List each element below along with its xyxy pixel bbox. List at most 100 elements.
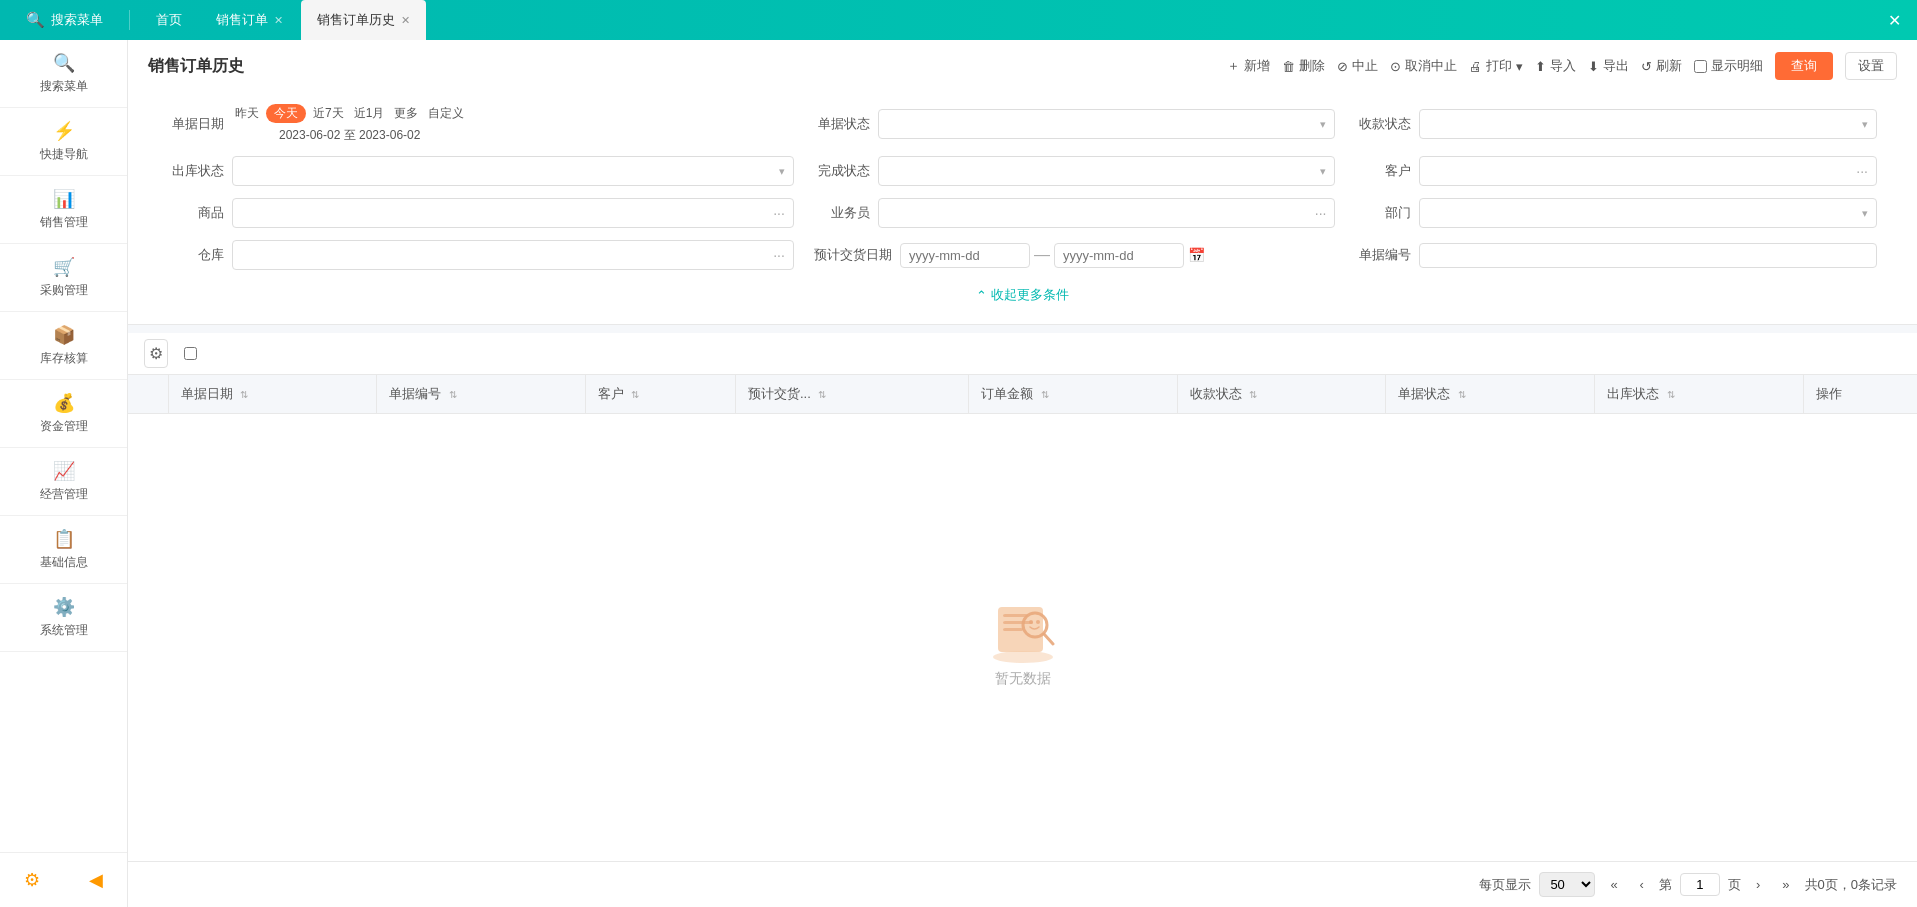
- tab-sales-order-history-close[interactable]: ✕: [401, 14, 410, 27]
- prev-page-btn[interactable]: ‹: [1633, 874, 1651, 895]
- export-button[interactable]: ⬇ 导出: [1588, 57, 1629, 75]
- settings-button[interactable]: 设置: [1845, 52, 1897, 80]
- tab-sales-order-history[interactable]: 销售订单历史 ✕: [301, 0, 426, 40]
- product-select[interactable]: ···: [232, 198, 794, 228]
- new-button[interactable]: ＋ 新增: [1227, 57, 1270, 75]
- date-tab-yesterday[interactable]: 昨天: [232, 104, 262, 123]
- sidebar-item-purchase-mgmt[interactable]: 🛒 采购管理: [0, 244, 127, 312]
- sidebar-item-operations-label: 经营管理: [40, 486, 88, 503]
- page-input[interactable]: [1680, 873, 1720, 896]
- table-area: ⚙ 单据日期 ⇅ 单据编号 ⇅: [128, 333, 1917, 861]
- date-tab-1month[interactable]: 近1月: [351, 104, 388, 123]
- sidebar-item-finance[interactable]: 💰 资金管理: [0, 380, 127, 448]
- per-page-select[interactable]: 50 10 20 100: [1539, 872, 1595, 897]
- delivery-status-control[interactable]: ▾: [232, 156, 794, 186]
- payment-status-control[interactable]: ▾: [1419, 109, 1877, 139]
- salesperson-label: 业务员: [814, 204, 870, 222]
- sidebar-item-basic-info[interactable]: 📋 基础信息: [0, 516, 127, 584]
- svg-point-7: [1029, 620, 1033, 624]
- sidebar-item-quick-nav[interactable]: ⚡ 快捷导航: [0, 108, 127, 176]
- th-expected-date[interactable]: 预计交货... ⇅: [735, 375, 968, 414]
- svg-point-8: [1036, 620, 1040, 624]
- operations-icon: 📈: [53, 460, 75, 482]
- complete-status-arrow: ▾: [1320, 165, 1326, 178]
- expected-date-from[interactable]: [900, 243, 1030, 268]
- complete-status-control[interactable]: ▾: [878, 156, 1336, 186]
- tab-home[interactable]: 首页: [140, 0, 198, 40]
- date-tab-today[interactable]: 今天: [266, 104, 306, 123]
- cancel-stop-button[interactable]: ⊙ 取消中止: [1390, 57, 1457, 75]
- delivery-status-field: 出库状态 ▾: [168, 156, 794, 186]
- delete-button[interactable]: 🗑 删除: [1282, 57, 1325, 75]
- date-tab-more[interactable]: 更多: [391, 104, 421, 123]
- bill-no-control[interactable]: [1419, 243, 1877, 268]
- customer-control[interactable]: ···: [1419, 156, 1877, 186]
- sidebar-item-search-menu[interactable]: 🔍 搜索菜单: [0, 40, 127, 108]
- first-page-btn[interactable]: «: [1603, 874, 1624, 895]
- expected-date-to[interactable]: [1054, 243, 1184, 268]
- sidebar-item-inventory[interactable]: 📦 库存核算: [0, 312, 127, 380]
- th-customer[interactable]: 客户 ⇅: [585, 375, 735, 414]
- customer-dots[interactable]: ···: [1856, 163, 1868, 179]
- search-menu-icon: 🔍: [26, 11, 45, 29]
- display-cols-label: 显示明细: [1711, 57, 1763, 75]
- date-label: 单据日期: [168, 115, 224, 133]
- search-menu-area[interactable]: 🔍 搜索菜单: [10, 11, 119, 29]
- bill-no-input[interactable]: [1419, 243, 1877, 268]
- select-all-checkbox[interactable]: [184, 347, 197, 360]
- calendar-icon-right[interactable]: 📅: [1188, 247, 1205, 263]
- bill-status-select[interactable]: ▾: [878, 109, 1336, 139]
- th-number[interactable]: 单据编号 ⇅: [377, 375, 586, 414]
- payment-status-label: 收款状态: [1355, 115, 1411, 133]
- date-tab-7days[interactable]: 近7天: [310, 104, 347, 123]
- th-bill-status[interactable]: 单据状态 ⇅: [1386, 375, 1595, 414]
- sidebar-item-sales-mgmt[interactable]: 📊 销售管理: [0, 176, 127, 244]
- th-delivery-status[interactable]: 出库状态 ⇅: [1595, 375, 1804, 414]
- warehouse-select[interactable]: ···: [232, 240, 794, 270]
- table-settings-icon[interactable]: ⚙: [144, 339, 168, 368]
- settings-bottom-icon[interactable]: ⚙: [18, 863, 46, 897]
- print-button[interactable]: 🖨 打印 ▾: [1469, 57, 1523, 75]
- system-icon: ⚙️: [53, 596, 75, 618]
- department-control[interactable]: ▾: [1419, 198, 1877, 228]
- bill-status-control[interactable]: ▾: [878, 109, 1336, 139]
- th-amount[interactable]: 订单金额 ⇅: [969, 375, 1178, 414]
- salesperson-select[interactable]: ···: [878, 198, 1336, 228]
- th-payment-status[interactable]: 收款状态 ⇅: [1177, 375, 1386, 414]
- warehouse-control[interactable]: ···: [232, 240, 794, 270]
- date-tab-custom[interactable]: 自定义: [425, 104, 467, 123]
- product-dots[interactable]: ···: [773, 205, 785, 221]
- th-date[interactable]: 单据日期 ⇅: [168, 375, 377, 414]
- sidebar-item-system[interactable]: ⚙️ 系统管理: [0, 584, 127, 652]
- import-button[interactable]: ⬆ 导入: [1535, 57, 1576, 75]
- department-select[interactable]: ▾: [1419, 198, 1877, 228]
- purchase-mgmt-icon: 🛒: [53, 256, 75, 278]
- next-page-btn[interactable]: ›: [1749, 874, 1767, 895]
- sidebar-item-operations[interactable]: 📈 经营管理: [0, 448, 127, 516]
- empty-text: 暂无数据: [995, 670, 1051, 688]
- delivery-status-select[interactable]: ▾: [232, 156, 794, 186]
- collapse-more[interactable]: ⌃ 收起更多条件: [168, 282, 1877, 312]
- product-control[interactable]: ···: [232, 198, 794, 228]
- collapse-sidebar-icon[interactable]: ◀: [83, 863, 109, 897]
- tab-sales-order[interactable]: 销售订单 ✕: [200, 0, 299, 40]
- warehouse-dots[interactable]: ···: [773, 247, 785, 263]
- salesperson-control[interactable]: ···: [878, 198, 1336, 228]
- date-tabs: 昨天 今天 近7天 近1月 更多 自定义: [232, 104, 467, 123]
- customer-select[interactable]: ···: [1419, 156, 1877, 186]
- payment-status-select[interactable]: ▾: [1419, 109, 1877, 139]
- sort-number-icon: ⇅: [449, 389, 457, 400]
- tab-sales-order-close[interactable]: ✕: [274, 14, 283, 27]
- display-toggle[interactable]: 显示明细: [1694, 57, 1763, 75]
- display-cols-checkbox[interactable]: [1694, 60, 1707, 73]
- quick-nav-icon: ⚡: [53, 120, 75, 142]
- complete-status-select[interactable]: ▾: [878, 156, 1336, 186]
- total-info: 共0页，0条记录: [1805, 876, 1897, 894]
- salesperson-dots[interactable]: ···: [1315, 205, 1327, 221]
- query-button[interactable]: 查询: [1775, 52, 1833, 80]
- window-close-icon[interactable]: ✕: [1882, 11, 1907, 30]
- stop-button[interactable]: ⊘ 中止: [1337, 57, 1378, 75]
- refresh-button[interactable]: ↺ 刷新: [1641, 57, 1682, 75]
- last-page-btn[interactable]: »: [1775, 874, 1796, 895]
- search-menu-icon: 🔍: [53, 52, 75, 74]
